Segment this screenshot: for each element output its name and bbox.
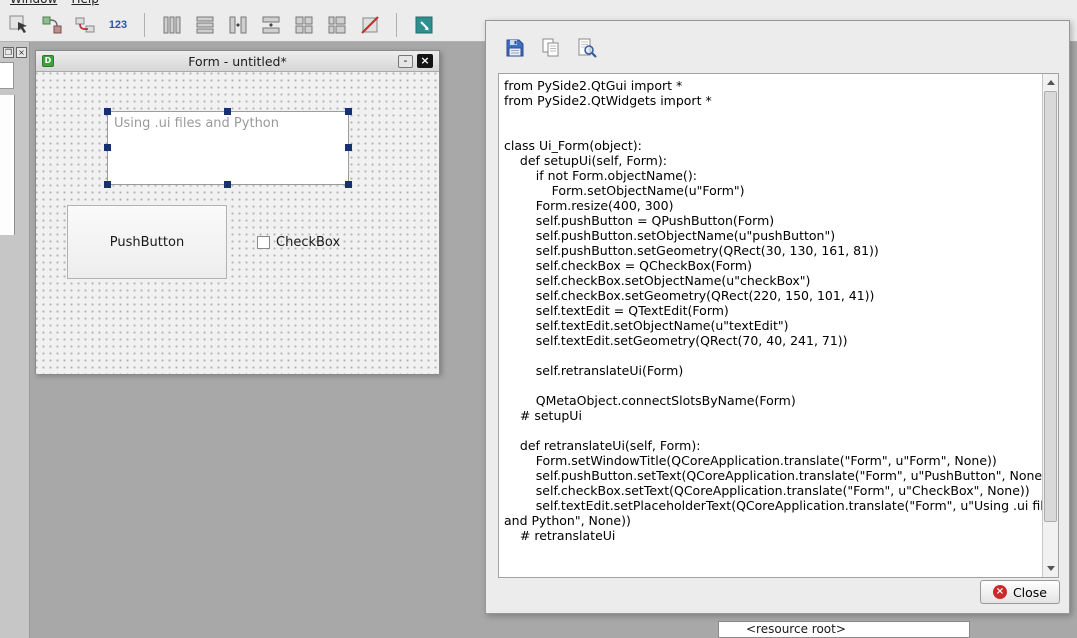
close-button-label: Close <box>1013 585 1047 600</box>
form-window-title: Form - untitled* <box>36 54 439 69</box>
layout-vertical-icon <box>194 14 216 36</box>
edit-widgets-button[interactable] <box>5 11 33 39</box>
layout-grid-button[interactable] <box>290 11 318 39</box>
selection-handle[interactable] <box>345 144 352 151</box>
selection-handle[interactable] <box>345 108 352 115</box>
code-viewer-dialog: from PySide2.QtGui import * from PySide2… <box>485 20 1070 614</box>
adjust-size-button[interactable] <box>410 11 438 39</box>
layout-horizontal-splitter-icon <box>227 14 249 36</box>
form-window-titlebar[interactable]: D Form - untitled* - × <box>36 51 439 72</box>
left-dock-panel: ❐ × <box>0 42 30 638</box>
textedit-widget[interactable]: Using .ui files and Python <box>107 111 349 185</box>
layout-grid-icon <box>293 14 315 36</box>
break-layout-button[interactable] <box>356 11 384 39</box>
dock-filter-input[interactable] <box>0 62 14 89</box>
checkbox-indicator[interactable] <box>257 236 270 249</box>
selection-handle[interactable] <box>345 181 352 188</box>
find-icon <box>576 37 598 59</box>
copy-icon <box>540 37 562 59</box>
code-text: from PySide2.QtGui import * from PySide2… <box>499 74 1058 543</box>
toolbar-separator <box>144 13 145 37</box>
vertical-scrollbar[interactable] <box>1042 74 1058 577</box>
textedit-field[interactable]: Using .ui files and Python <box>107 111 349 185</box>
selection-handle[interactable] <box>104 108 111 115</box>
selection-handle[interactable] <box>224 108 231 115</box>
break-layout-icon <box>359 14 381 36</box>
pushbutton-widget[interactable]: PushButton <box>67 205 227 279</box>
selection-handle[interactable] <box>104 181 111 188</box>
dialog-close-button[interactable]: × Close <box>980 580 1060 604</box>
scroll-up-arrow[interactable] <box>1043 75 1058 90</box>
scrollbar-thumb[interactable] <box>1044 91 1057 522</box>
layout-horizontal-button[interactable] <box>158 11 186 39</box>
edit-signals-slots-button[interactable] <box>38 11 66 39</box>
edit-buddies-button[interactable] <box>71 11 99 39</box>
toolbar-separator <box>396 13 397 37</box>
menu-help[interactable]: Help <box>71 0 98 6</box>
edit-buddies-icon <box>74 14 96 36</box>
adjust-size-icon <box>413 14 435 36</box>
save-icon <box>504 37 526 59</box>
code-view[interactable]: from PySide2.QtGui import * from PySide2… <box>498 73 1059 578</box>
selection-handle[interactable] <box>224 181 231 188</box>
resource-root-item[interactable]: <resource root> <box>746 622 846 636</box>
checkbox-label: CheckBox <box>276 235 340 250</box>
checkbox-widget[interactable]: CheckBox <box>257 232 340 252</box>
dock-widget-list[interactable] <box>0 95 15 235</box>
layout-vertical-splitter-button[interactable] <box>257 11 285 39</box>
layout-vertical-splitter-icon <box>260 14 282 36</box>
selection-handle[interactable] <box>104 144 111 151</box>
edit-signals-slots-icon <box>41 14 63 36</box>
copy-button[interactable] <box>538 35 564 61</box>
layout-form-icon <box>326 14 348 36</box>
form-editor-window: D Form - untitled* - × Using .ui files a… <box>35 50 440 374</box>
scroll-down-arrow[interactable] <box>1043 561 1058 576</box>
layout-vertical-button[interactable] <box>191 11 219 39</box>
edit-tab-order-button[interactable]: 123 <box>104 11 132 39</box>
dock-restore-icon[interactable]: ❐ <box>3 47 14 58</box>
minimize-button[interactable]: - <box>398 55 413 68</box>
close-button[interactable]: × <box>417 54 433 68</box>
menu-window[interactable]: Window <box>10 0 57 6</box>
layout-horizontal-icon <box>161 14 183 36</box>
save-button[interactable] <box>502 35 528 61</box>
edit-tab-order-icon: 123 <box>109 19 127 31</box>
menubar: Window Help <box>0 0 1077 8</box>
layout-horizontal-splitter-button[interactable] <box>224 11 252 39</box>
form-canvas[interactable]: Using .ui files and Python PushButton Ch… <box>36 72 439 374</box>
edit-widgets-icon <box>8 14 30 36</box>
layout-form-button[interactable] <box>323 11 351 39</box>
dock-close-icon[interactable]: × <box>16 47 27 58</box>
code-viewer-toolbar <box>502 35 600 61</box>
find-button[interactable] <box>574 35 600 61</box>
textedit-placeholder: Using .ui files and Python <box>114 116 342 131</box>
close-circle-icon: × <box>993 585 1007 599</box>
resource-browser: <resource root> <box>718 621 970 638</box>
